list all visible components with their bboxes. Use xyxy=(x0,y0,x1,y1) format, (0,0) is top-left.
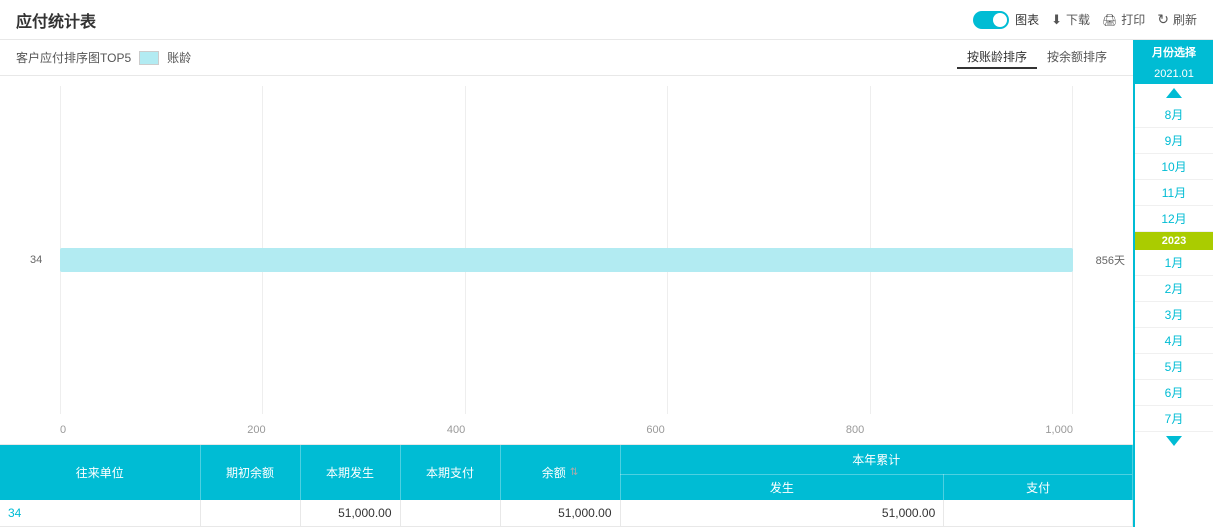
x-tick: 200 xyxy=(247,424,265,436)
sort-by-balance-btn[interactable]: 按余额排序 xyxy=(1037,46,1117,69)
chart-area: 34 856天 0 200 400 600 800 1,000 xyxy=(0,76,1133,444)
sidebar-period: 2021.01 xyxy=(1135,64,1213,84)
up-arrow-icon xyxy=(1166,88,1182,98)
col-cum-occurred-header: 发生 xyxy=(620,475,944,501)
col-payment-header: 本期支付 xyxy=(400,445,500,500)
chart-top: 客户应付排序图TOP5 账龄 按账龄排序 按余额排序 xyxy=(0,40,1133,76)
x-tick: 0 xyxy=(60,424,66,436)
col-cumulative-header: 本年累计 xyxy=(620,445,1133,475)
download-label: 下载 xyxy=(1066,11,1090,28)
balance-sort-icon[interactable]: ⇅ xyxy=(570,467,578,478)
bar-fill xyxy=(60,248,1073,272)
sidebar-month-2[interactable]: 2月 xyxy=(1135,276,1213,302)
print-label: 打印 xyxy=(1121,11,1145,28)
print-button[interactable]: 打印 xyxy=(1102,11,1145,28)
sidebar-month-9[interactable]: 9月 xyxy=(1135,128,1213,154)
download-icon xyxy=(1051,12,1062,28)
down-arrow-icon xyxy=(1166,436,1182,446)
bar-row: 34 856天 xyxy=(60,246,1073,274)
cell-occurred: 51,000.00 xyxy=(300,500,400,527)
chart-toggle[interactable] xyxy=(973,11,1009,29)
cell-cum-payment xyxy=(944,500,1133,527)
col-unit-header: 往来单位 xyxy=(0,445,200,500)
sidebar-month-5[interactable]: 5月 xyxy=(1135,354,1213,380)
table-row: 34 51,000.00 51,000.00 51,000.00 xyxy=(0,500,1133,527)
col-occurred-header: 本期发生 xyxy=(300,445,400,500)
chart-legend: 客户应付排序图TOP5 账龄 xyxy=(16,49,191,66)
refresh-button[interactable]: 刷新 xyxy=(1157,11,1197,28)
sort-by-amount-btn[interactable]: 按账龄排序 xyxy=(957,46,1037,69)
x-tick: 600 xyxy=(646,424,664,436)
sidebar-year-tag: 2023 xyxy=(1135,232,1213,250)
refresh-label: 刷新 xyxy=(1173,11,1197,28)
header-actions: 图表 下载 打印 刷新 xyxy=(973,11,1197,29)
x-tick: 1,000 xyxy=(1045,424,1073,436)
sidebar-month-4[interactable]: 4月 xyxy=(1135,328,1213,354)
chart-toggle-wrap: 图表 xyxy=(973,11,1039,29)
sidebar-down-button[interactable] xyxy=(1135,432,1213,450)
cell-balance: 51,000.00 xyxy=(500,500,620,527)
sidebar-month-8[interactable]: 8月 xyxy=(1135,102,1213,128)
sidebar-month-7[interactable]: 7月 xyxy=(1135,406,1213,432)
sort-buttons: 按账龄排序 按余额排序 xyxy=(957,46,1117,69)
legend-box xyxy=(139,51,159,65)
balance-col-label: 余额 xyxy=(542,464,566,481)
sidebar-month-1[interactable]: 1月 xyxy=(1135,250,1213,276)
legend-title: 客户应付排序图TOP5 xyxy=(16,49,131,66)
sidebar-month-12[interactable]: 12月 xyxy=(1135,206,1213,232)
col-balance-header: 余额 ⇅ xyxy=(500,445,620,500)
x-tick: 800 xyxy=(846,424,864,436)
bar-end-label: 856天 xyxy=(1096,252,1125,268)
page-title: 应付统计表 xyxy=(16,8,96,32)
toggle-label: 图表 xyxy=(1015,11,1039,28)
sidebar-title: 月份选择 xyxy=(1135,40,1213,64)
download-button[interactable]: 下载 xyxy=(1051,11,1090,28)
cell-cum-occurred: 51,000.00 xyxy=(620,500,944,527)
cell-payment xyxy=(400,500,500,527)
x-axis: 0 200 400 600 800 1,000 xyxy=(60,424,1073,436)
sidebar-up-button[interactable] xyxy=(1135,84,1213,102)
sidebar-month-10[interactable]: 10月 xyxy=(1135,154,1213,180)
print-icon xyxy=(1102,13,1117,27)
sidebar-month-11[interactable]: 11月 xyxy=(1135,180,1213,206)
cell-opening xyxy=(200,500,300,527)
bar-y-label: 34 xyxy=(30,254,42,266)
x-tick: 400 xyxy=(447,424,465,436)
unit-link[interactable]: 34 xyxy=(8,506,21,520)
legend-text: 账龄 xyxy=(167,49,191,66)
data-table: 往来单位 期初余额 本期发生 本期支付 余额 ⇅ 本年累计 xyxy=(0,444,1133,527)
refresh-icon xyxy=(1157,11,1169,28)
month-sidebar: 月份选择 2021.01 8月 9月 10月 11月 12月 2023 1月 2… xyxy=(1133,40,1213,527)
col-opening-header: 期初余额 xyxy=(200,445,300,500)
sidebar-month-3[interactable]: 3月 xyxy=(1135,302,1213,328)
col-cum-payment-header: 支付 xyxy=(944,475,1133,501)
sidebar-month-6[interactable]: 6月 xyxy=(1135,380,1213,406)
cell-unit: 34 xyxy=(0,500,200,527)
